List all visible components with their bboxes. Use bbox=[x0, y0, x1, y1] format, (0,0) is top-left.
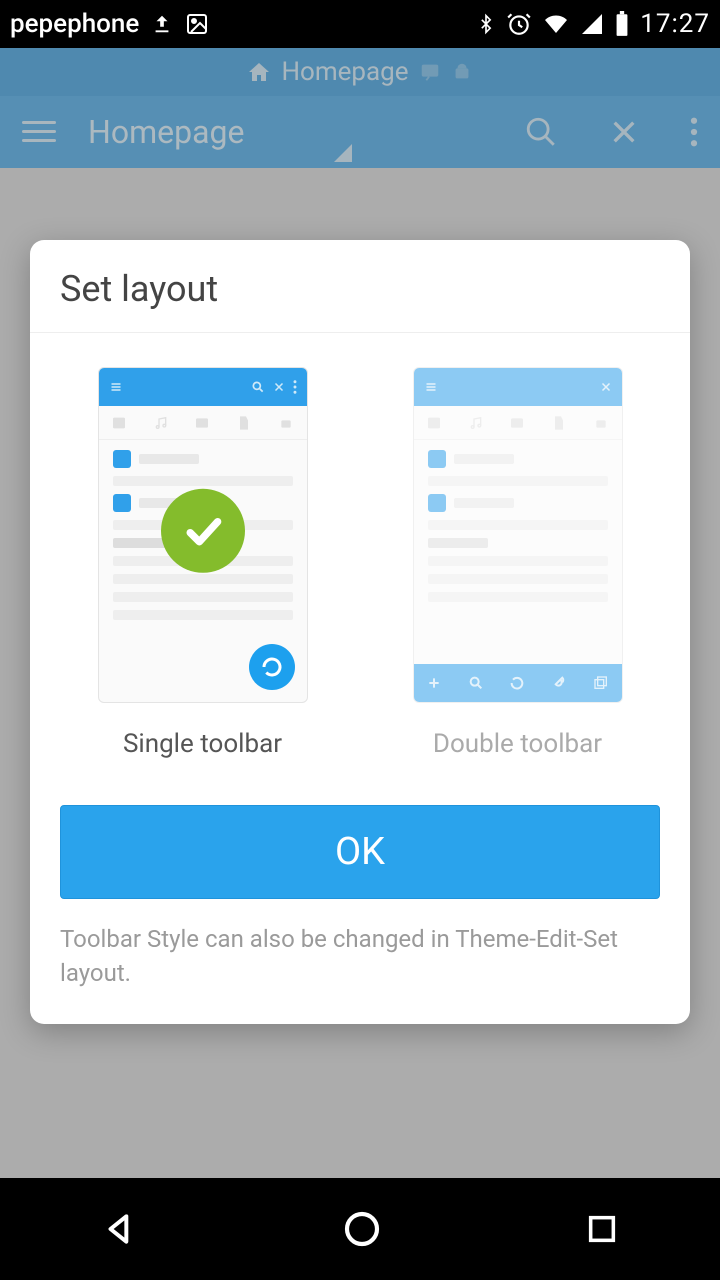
clock-label: 17:27 bbox=[640, 9, 710, 39]
option-double-label: Double toolbar bbox=[433, 729, 602, 759]
nav-home-icon[interactable] bbox=[342, 1209, 382, 1249]
signal-icon bbox=[580, 12, 604, 36]
ok-button[interactable]: OK bbox=[60, 805, 660, 899]
dialog-hint: Toolbar Style can also be changed in The… bbox=[30, 923, 690, 1024]
carrier-label: pepephone bbox=[10, 9, 139, 39]
preview-single bbox=[98, 367, 308, 703]
navigation-bar bbox=[0, 1178, 720, 1280]
dialog-title: Set layout bbox=[30, 240, 690, 332]
nav-back-icon[interactable] bbox=[101, 1210, 139, 1248]
option-single-toolbar[interactable]: Single toolbar bbox=[50, 367, 355, 759]
nav-recent-icon[interactable] bbox=[585, 1212, 619, 1246]
set-layout-dialog: Set layout bbox=[30, 240, 690, 1024]
upload-icon bbox=[151, 13, 173, 35]
fab-refresh-icon bbox=[249, 644, 295, 690]
selected-check-icon bbox=[161, 489, 245, 573]
option-single-label: Single toolbar bbox=[123, 729, 282, 759]
battery-icon bbox=[614, 11, 630, 37]
image-icon bbox=[185, 12, 209, 36]
alarm-icon bbox=[506, 11, 532, 37]
status-bar: pepephone 17:27 bbox=[0, 0, 720, 48]
bluetooth-icon bbox=[476, 11, 496, 37]
wifi-icon bbox=[542, 12, 570, 36]
option-double-toolbar[interactable]: Double toolbar bbox=[365, 367, 670, 759]
preview-double bbox=[413, 367, 623, 703]
